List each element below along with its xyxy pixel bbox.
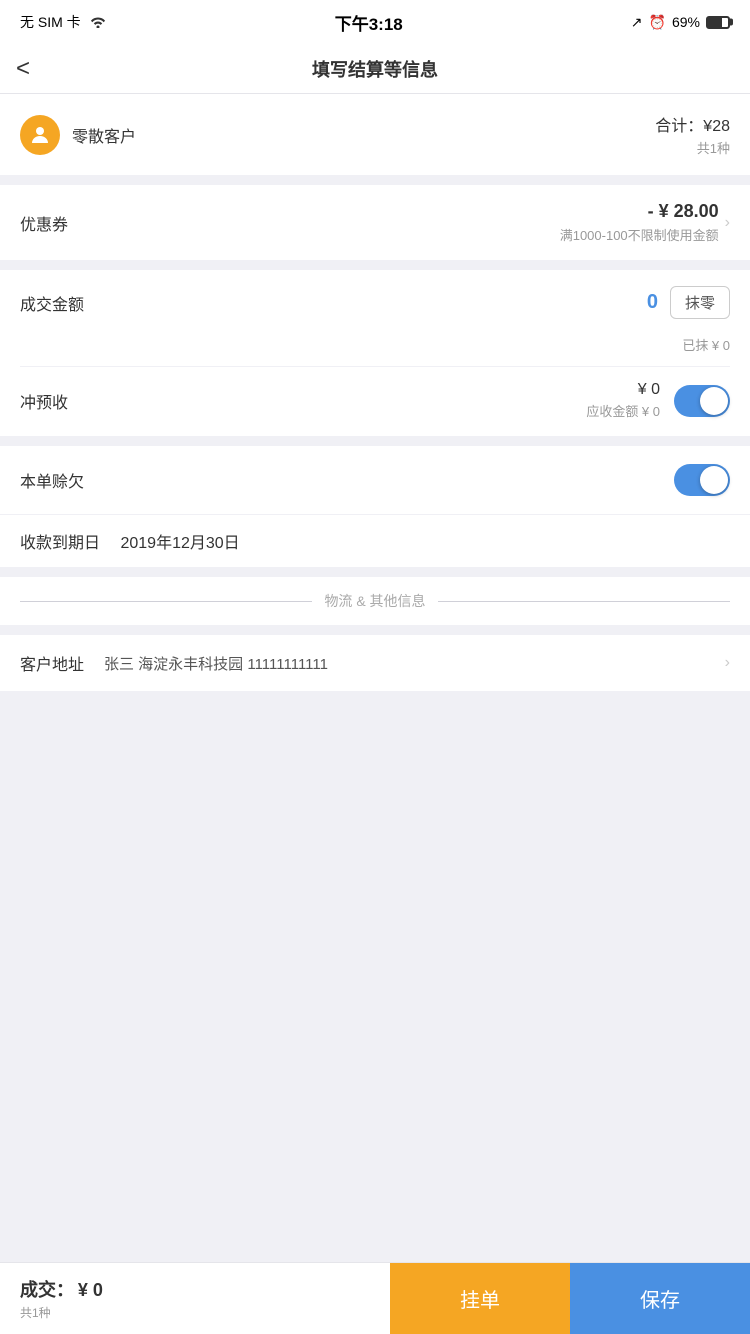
address-card: 客户地址 张三 海淀永丰科技园 11111111111 › [0, 635, 750, 691]
battery-icon [706, 16, 730, 29]
bottom-deal: 成交： ¥ 0 [20, 1276, 370, 1302]
customer-summary: 合计：¥28 共1种 [655, 112, 730, 157]
debt-row: 本单赊欠 [0, 446, 750, 514]
prepayment-label: 冲预收 [20, 389, 68, 413]
coupon-value-wrapper: - ¥ 28.00 满1000-100不限制使用金额 [560, 201, 719, 244]
transaction-card: 成交金额 抹零 已抹 ¥ 0 冲预收 ¥ 0 应收金额 ¥ 0 [0, 270, 750, 436]
chevron-right-icon: › [725, 214, 730, 232]
due-date-label: 收款到期日 [20, 535, 100, 552]
due-date-value: 2019年12月30日 [120, 535, 239, 552]
logistics-line-right [438, 601, 730, 602]
coupon-row[interactable]: 优惠券 - ¥ 28.00 满1000-100不限制使用金额 › [0, 185, 750, 260]
coupon-discount: - ¥ 28.00 [560, 201, 719, 222]
prepayment-toggle[interactable] [674, 385, 730, 417]
address-chevron-icon: › [725, 654, 730, 672]
debt-toggle[interactable] [674, 464, 730, 496]
prepayment-amount-main: ¥ 0 [586, 381, 660, 399]
logistics-title: 物流 & 其他信息 [312, 591, 437, 611]
debt-toggle-knob [700, 466, 728, 494]
prepayment-amounts: ¥ 0 应收金额 ¥ 0 [586, 381, 660, 420]
status-left: 无 SIM 卡 [20, 12, 107, 32]
location-icon: ↗ [631, 14, 643, 31]
empty-area [0, 701, 750, 901]
total-amount: 合计：¥28 [655, 112, 730, 136]
nav-bar: < 填写结算等信息 [0, 44, 750, 94]
status-bar: 无 SIM 卡 下午3:18 ↗ ⏰ 69% [0, 0, 750, 44]
logistics-line-left [20, 601, 312, 602]
save-button[interactable]: 保存 [570, 1263, 750, 1334]
transaction-label: 成交金额 [20, 291, 84, 315]
logistics-header: 物流 & 其他信息 [0, 577, 750, 625]
prepayment-right: ¥ 0 应收金额 ¥ 0 [586, 381, 730, 420]
prepayment-row: 冲预收 ¥ 0 应收金额 ¥ 0 [20, 381, 730, 420]
transaction-input[interactable] [390, 291, 658, 314]
transaction-row: 成交金额 抹零 [0, 270, 750, 335]
bottom-deal-amount: ¥ 0 [78, 1280, 103, 1300]
bottom-bar: 成交： ¥ 0 共1种 挂单 保存 [0, 1262, 750, 1334]
address-value: 张三 海淀永丰科技园 11111111111 [104, 653, 725, 674]
due-date-row: 收款到期日 2019年12月30日 [0, 514, 750, 567]
customer-row: 零散客户 合计：¥28 共1种 [0, 94, 750, 175]
coupon-card: 优惠券 - ¥ 28.00 满1000-100不限制使用金额 › [0, 185, 750, 260]
logistics-card: 物流 & 其他信息 [0, 577, 750, 625]
prepayment-section: 冲预收 ¥ 0 应收金额 ¥ 0 [0, 367, 750, 436]
page-title: 填写结算等信息 [312, 56, 438, 82]
customer-card: 零散客户 合计：¥28 共1种 [0, 94, 750, 175]
prepayment-amount-sub: 应收金额 ¥ 0 [586, 401, 660, 420]
transaction-value-wrapper: 抹零 [390, 286, 730, 319]
customer-name: 零散客户 [72, 123, 136, 147]
status-time: 下午3:18 [335, 10, 403, 35]
alarm-icon: ⏰ [649, 14, 666, 31]
wifi-icon [89, 14, 107, 31]
hang-button[interactable]: 挂单 [390, 1263, 570, 1334]
coupon-detail: 满1000-100不限制使用金额 [560, 225, 719, 244]
bottom-count: 共1种 [20, 1304, 370, 1321]
debt-card: 本单赊欠 收款到期日 2019年12月30日 [0, 446, 750, 567]
coupon-right: - ¥ 28.00 满1000-100不限制使用金额 › [560, 201, 730, 244]
round-sub-label: 已抹 ¥ 0 [0, 335, 750, 366]
toggle-knob [700, 387, 728, 415]
debt-label: 本单赊欠 [20, 468, 84, 492]
bottom-deal-label: 成交： [20, 1280, 74, 1300]
total-count: 共1种 [655, 138, 730, 157]
status-right: ↗ ⏰ 69% [631, 14, 730, 31]
customer-left: 零散客户 [20, 115, 136, 155]
content: 零散客户 合计：¥28 共1种 优惠券 - ¥ 28.00 满1000-100不… [0, 94, 750, 991]
back-button[interactable]: < [16, 55, 30, 83]
round-zero-button[interactable]: 抹零 [670, 286, 730, 319]
avatar [20, 115, 60, 155]
coupon-label: 优惠券 [20, 211, 68, 235]
bottom-summary: 成交： ¥ 0 共1种 [0, 1276, 390, 1321]
address-row[interactable]: 客户地址 张三 海淀永丰科技园 11111111111 › [0, 635, 750, 691]
battery-percent: 69% [672, 14, 700, 30]
address-label: 客户地址 [20, 651, 84, 675]
sim-status: 无 SIM 卡 [20, 12, 81, 32]
